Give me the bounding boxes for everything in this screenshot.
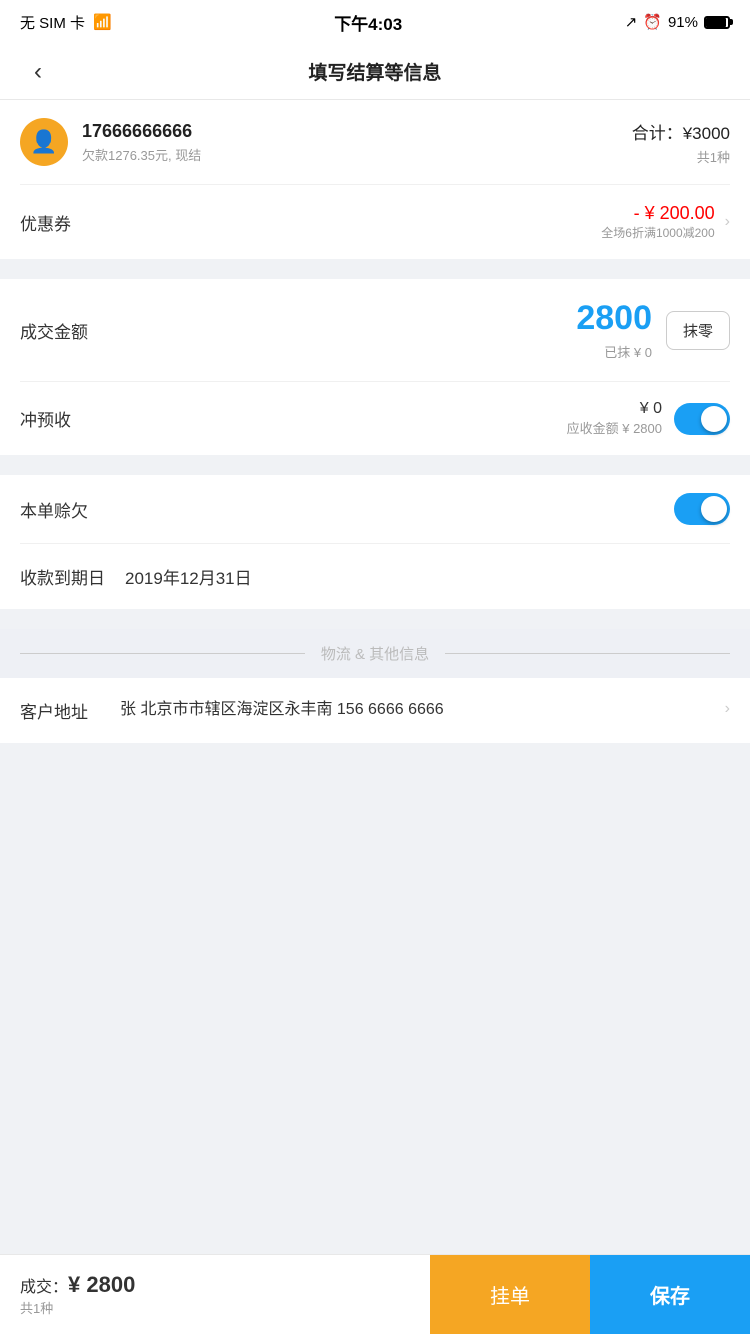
user-total: 合计：¥3000 共1种	[632, 119, 730, 166]
bottom-deal-line: 成交：¥ 2800	[20, 1272, 410, 1298]
address-section: 客户地址 张 北京市市辖区海淀区永丰南 156 6666 6666 ›	[0, 678, 750, 743]
deal-amount-sub: 已抹 ¥ 0	[576, 342, 652, 361]
bottom-count: 共1种	[20, 1298, 410, 1317]
prepayment-toggle[interactable]	[674, 403, 730, 435]
amount-with-sub: 2800 已抹 ¥ 0	[576, 299, 652, 361]
deal-amount-row: 成交金额 2800 已抹 ¥ 0 抹零	[0, 279, 750, 381]
gray-separator-1	[0, 269, 750, 279]
due-date-value: 2019年12月31日	[125, 564, 252, 589]
gray-separator-2	[0, 465, 750, 475]
due-date-row: 收款到期日 2019年12月31日	[0, 544, 750, 609]
prepayment-toggle-wrapper: ¥ 0 应收金额 ¥ 2800	[567, 400, 730, 437]
status-left: 无 SIM 卡 📶	[20, 12, 112, 33]
prepayment-sub: 应收金额 ¥ 2800	[567, 418, 662, 437]
total-label: 合计：	[632, 124, 683, 143]
debt-toggle-knob	[701, 496, 727, 522]
deal-amount-label: 成交金额	[20, 318, 100, 343]
back-button[interactable]: ‹	[16, 50, 60, 94]
due-date-label: 收款到期日	[20, 564, 105, 589]
coupon-row[interactable]: 优惠券 - ¥ 200.00 全场6折满1000减200 ›	[0, 185, 750, 259]
user-total-amount: 合计：¥3000	[632, 119, 730, 144]
total-amount: ¥3000	[683, 124, 730, 143]
user-row: 👤 17666666666 欠款1276.35元, 现结 合计：¥3000 共1…	[0, 100, 750, 184]
avatar-icon: 👤	[30, 129, 57, 155]
page-title: 填写结算等信息	[308, 58, 441, 85]
battery-icon	[704, 16, 730, 29]
coupon-label: 优惠券	[20, 210, 601, 235]
status-time: 下午4:03	[334, 10, 402, 35]
debt-off-label: 本单赊欠	[20, 497, 674, 522]
coupon-desc: 全场6折满1000减200	[601, 224, 714, 241]
bottom-summary: 成交：¥ 2800 共1种	[0, 1255, 430, 1334]
coupon-arrow-icon: ›	[725, 213, 730, 231]
user-total-count: 共1种	[632, 147, 730, 166]
bottom-spacer	[0, 753, 750, 843]
address-row[interactable]: 客户地址 张 北京市市辖区海淀区永丰南 156 6666 6666 ›	[0, 678, 750, 743]
battery-fill	[706, 18, 726, 27]
battery-percent: 91%	[668, 14, 698, 31]
deal-amount-section: 成交金额 2800 已抹 ¥ 0 抹零 冲预收 ¥ 0 应收金额 ¥ 2800	[0, 279, 750, 455]
user-info: 17666666666 欠款1276.35元, 现结	[82, 121, 632, 164]
logistics-line-left	[20, 653, 305, 654]
content-area: 👤 17666666666 欠款1276.35元, 现结 合计：¥3000 共1…	[0, 100, 750, 843]
toggle-knob	[701, 406, 727, 432]
coupon-info: - ¥ 200.00 全场6折满1000减200	[601, 203, 714, 241]
address-value: 张 北京市市辖区海淀区永丰南 156 6666 6666	[100, 698, 725, 722]
prepayment-row: 冲预收 ¥ 0 应收金额 ¥ 2800	[0, 382, 750, 455]
deal-amount-value-area: 2800 已抹 ¥ 0 抹零	[100, 299, 730, 361]
bottom-deal-label: 成交：	[20, 1279, 68, 1296]
debt-off-row: 本单赊欠	[0, 475, 750, 543]
carrier-text: 无 SIM 卡	[20, 12, 85, 33]
status-right: ↗ ⏰ 91%	[625, 13, 730, 31]
logistics-separator: 物流 & 其他信息	[0, 629, 750, 678]
gray-separator-3	[0, 619, 750, 629]
deal-amount-number: 2800	[576, 299, 652, 338]
address-arrow-icon: ›	[725, 700, 730, 718]
debt-off-section: 本单赊欠 收款到期日 2019年12月31日	[0, 475, 750, 609]
avatar: 👤	[20, 118, 68, 166]
address-label: 客户地址	[20, 698, 100, 723]
user-info-section: 👤 17666666666 欠款1276.35元, 现结 合计：¥3000 共1…	[0, 100, 750, 259]
prepayment-amount-sub: ¥ 0 应收金额 ¥ 2800	[567, 400, 662, 437]
back-icon: ‹	[34, 58, 42, 86]
debt-off-toggle[interactable]	[674, 493, 730, 525]
prepayment-amount: ¥ 0	[567, 400, 662, 418]
nav-bar: ‹ 填写结算等信息	[0, 44, 750, 100]
hang-order-button[interactable]: 挂单	[430, 1255, 590, 1334]
user-phone: 17666666666	[82, 121, 632, 142]
status-bar: 无 SIM 卡 📶 下午4:03 ↗ ⏰ 91%	[0, 0, 750, 44]
logistics-text: 物流 & 其他信息	[321, 643, 429, 664]
save-button[interactable]: 保存	[590, 1255, 750, 1334]
bottom-deal-amount: ¥ 2800	[68, 1272, 135, 1297]
prepayment-label: 冲预收	[20, 406, 567, 431]
bottom-bar: 成交：¥ 2800 共1种 挂单 保存	[0, 1254, 750, 1334]
coupon-discount: - ¥ 200.00	[601, 203, 714, 224]
prepayment-right: ¥ 0 应收金额 ¥ 2800	[567, 400, 730, 437]
round-off-button[interactable]: 抹零	[666, 311, 730, 350]
alarm-icon: ⏰	[643, 13, 662, 31]
logistics-line-right	[445, 653, 730, 654]
location-icon: ↗	[625, 13, 638, 31]
user-subtext: 欠款1276.35元, 现结	[82, 145, 632, 164]
wifi-icon: 📶	[93, 13, 112, 31]
